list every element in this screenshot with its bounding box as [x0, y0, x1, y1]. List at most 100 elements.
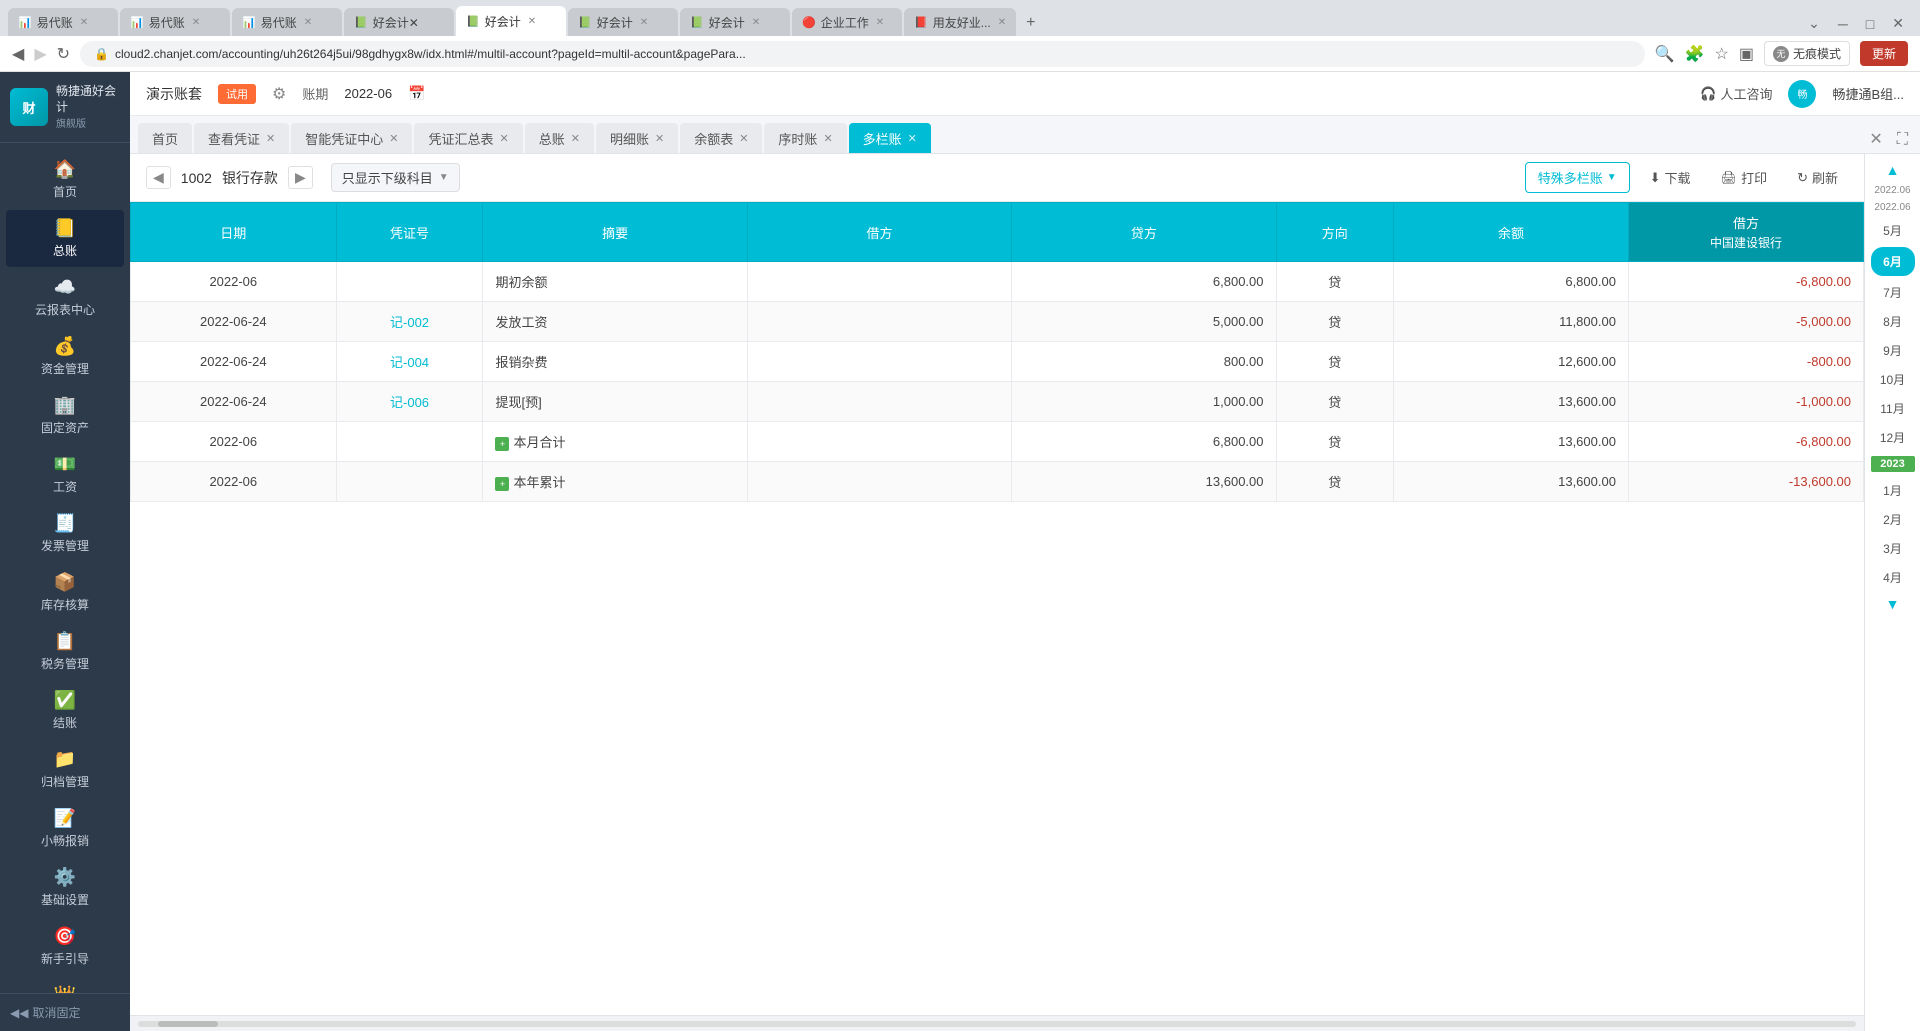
page-tab-balance[interactable]: 余额表 ✕: [680, 123, 762, 153]
page-tab-detail-ledger[interactable]: 明细账 ✕: [596, 123, 678, 153]
update-button[interactable]: 更新: [1860, 41, 1908, 66]
fund-icon: 💰: [54, 336, 76, 357]
new-tab-button[interactable]: +: [1018, 14, 1043, 32]
tab-yidazhang-1[interactable]: 📊 易代账 ✕: [8, 8, 118, 36]
month-item-11[interactable]: 11月: [1865, 394, 1920, 423]
tab-close[interactable]: ✕: [304, 17, 312, 28]
nav-item-salary[interactable]: 💵 工资: [6, 446, 124, 503]
scroll-up-button[interactable]: ▲: [1882, 158, 1904, 182]
tab-close[interactable]: ✕: [998, 17, 1006, 28]
tab-yonyou[interactable]: 📕 用友好业... ✕: [904, 8, 1016, 36]
consult-button[interactable]: 🎧 人工咨询: [1700, 84, 1772, 103]
tab-haokuaiji-2[interactable]: 📗 好会计 ✕: [568, 8, 678, 36]
user-avatar[interactable]: 畅: [1788, 80, 1816, 108]
tab-close-smart-voucher[interactable]: ✕: [389, 132, 398, 145]
maximize-button[interactable]: □: [1858, 16, 1882, 32]
prev-account-button[interactable]: ◀: [146, 166, 171, 189]
reload-button[interactable]: ↻: [57, 44, 70, 64]
month-item-1-2023[interactable]: 1月: [1865, 476, 1920, 505]
tab-close-general[interactable]: ✕: [571, 132, 580, 145]
tab-haokuaiji-3[interactable]: 📗 好会计 ✕: [680, 8, 790, 36]
page-tab-voucher-summary[interactable]: 凭证汇总表 ✕: [414, 123, 522, 153]
horizontal-scrollbar[interactable]: [130, 1015, 1864, 1031]
inventory-icon: 📦: [54, 572, 76, 593]
tab-close-balance[interactable]: ✕: [739, 132, 748, 145]
month-item-3-2023[interactable]: 3月: [1865, 534, 1920, 563]
panel-expand-button[interactable]: ⛶: [1893, 131, 1912, 149]
month-item-10[interactable]: 10月: [1865, 365, 1920, 394]
tab-haokuaiji-1[interactable]: 📗 好会计✕: [344, 8, 454, 36]
tab-list-button[interactable]: ⌄: [1800, 15, 1828, 32]
nav-item-ledger[interactable]: 📒 总账: [6, 210, 124, 267]
cell-extra: -5,000.00: [1628, 302, 1863, 342]
nav-item-guide[interactable]: 🎯 新手引导: [6, 918, 124, 975]
tab-close[interactable]: ✕: [752, 17, 760, 28]
tab-enterprise[interactable]: 🔴 企业工作 ✕: [792, 8, 902, 36]
nav-item-settings[interactable]: ⚙️ 基础设置: [6, 859, 124, 916]
page-tab-journal[interactable]: 序时账 ✕: [764, 123, 846, 153]
tab-close-detail[interactable]: ✕: [655, 132, 664, 145]
voucher-link[interactable]: 记-002: [390, 315, 429, 330]
month-item-7[interactable]: 7月: [1865, 278, 1920, 307]
nav-item-inventory[interactable]: 📦 库存核算: [6, 564, 124, 621]
bookmark-icon[interactable]: ☆: [1715, 44, 1729, 64]
page-tab-smart-voucher[interactable]: 智能凭证中心 ✕: [291, 123, 412, 153]
page-tab-multi-column[interactable]: 多栏账 ✕: [849, 123, 931, 153]
page-tab-voucher[interactable]: 查看凭证 ✕: [194, 123, 289, 153]
wuhen-button[interactable]: 无 无痕模式: [1764, 41, 1850, 66]
voucher-link[interactable]: 记-004: [390, 355, 429, 370]
forward-button[interactable]: ▶: [34, 44, 46, 64]
nav-item-cloud-report[interactable]: ☁️ 云报表中心: [6, 269, 124, 326]
tab-close-multi[interactable]: ✕: [908, 132, 917, 145]
back-button[interactable]: ◀: [12, 44, 24, 64]
month-item-12[interactable]: 12月: [1865, 423, 1920, 452]
calendar-icon[interactable]: 📅: [408, 85, 425, 102]
refresh-button[interactable]: ↻ 刷新: [1787, 163, 1848, 192]
month-item-8[interactable]: 8月: [1865, 307, 1920, 336]
tab-yidazhang-2[interactable]: 📊 易代账 ✕: [120, 8, 230, 36]
month-item-9[interactable]: 9月: [1865, 336, 1920, 365]
nav-item-member[interactable]: 👑 畅会员: [6, 977, 124, 993]
url-bar[interactable]: 🔒 cloud2.chanjet.com/accounting/uh26t264…: [80, 41, 1645, 67]
page-tab-home[interactable]: 首页: [138, 123, 192, 153]
tab-close-journal[interactable]: ✕: [823, 132, 832, 145]
next-account-button[interactable]: ▶: [288, 166, 313, 189]
month-item-2-2023[interactable]: 2月: [1865, 505, 1920, 534]
nav-item-tax[interactable]: 📋 税务管理: [6, 623, 124, 680]
month-item-5[interactable]: 5月: [1865, 216, 1920, 245]
page-tab-general-ledger[interactable]: 总账 ✕: [525, 123, 594, 153]
nav-item-expense[interactable]: 📝 小畅报销: [6, 800, 124, 857]
sidebar-toggle[interactable]: ▣: [1739, 44, 1754, 64]
nav-item-fund[interactable]: 💰 资金管理: [6, 328, 124, 385]
nav-item-fixed-assets[interactable]: 🏢 固定资产: [6, 387, 124, 444]
tab-haokuaiji-active[interactable]: 📗 好会计 ✕: [456, 6, 566, 36]
settings-gear-icon[interactable]: ⚙: [272, 84, 286, 104]
download-button[interactable]: ⬇ 下载: [1640, 163, 1701, 192]
search-icon[interactable]: 🔍: [1655, 44, 1675, 64]
print-button[interactable]: 🖨 打印: [1711, 163, 1778, 192]
subject-filter[interactable]: 只显示下级科目 ▼: [331, 163, 460, 192]
month-item-6-active[interactable]: 6月: [1871, 247, 1915, 276]
demo-badge[interactable]: 试用: [218, 84, 256, 104]
tab-close[interactable]: ✕: [640, 17, 648, 28]
close-button[interactable]: ✕: [1884, 15, 1912, 32]
voucher-link[interactable]: 记-006: [390, 395, 429, 410]
scroll-down-button[interactable]: ▼: [1882, 592, 1904, 616]
tab-close[interactable]: ✕: [192, 17, 200, 28]
nav-item-invoice[interactable]: 🧾 发票管理: [6, 505, 124, 562]
minimize-button[interactable]: ─: [1830, 16, 1856, 32]
tab-close[interactable]: ✕: [80, 17, 88, 28]
tab-close-active[interactable]: ✕: [528, 16, 536, 27]
nav-item-close-account[interactable]: ✅ 结账: [6, 682, 124, 739]
nav-item-archive[interactable]: 📁 归档管理: [6, 741, 124, 798]
extension-icon[interactable]: 🧩: [1685, 44, 1705, 64]
cancel-fixed[interactable]: ◀◀ 取消固定: [0, 993, 130, 1031]
month-item-4-2023[interactable]: 4月: [1865, 563, 1920, 592]
tab-close[interactable]: ✕: [876, 17, 884, 28]
special-multi-button[interactable]: 特殊多栏账 ▼: [1525, 162, 1630, 193]
nav-item-home[interactable]: 🏠 首页: [6, 151, 124, 208]
tab-yidazhang-3[interactable]: 📊 易代账 ✕: [232, 8, 342, 36]
tab-close-voucher[interactable]: ✕: [266, 132, 275, 145]
panel-close-button[interactable]: ✕: [1861, 129, 1890, 149]
tab-close-summary[interactable]: ✕: [500, 132, 509, 145]
